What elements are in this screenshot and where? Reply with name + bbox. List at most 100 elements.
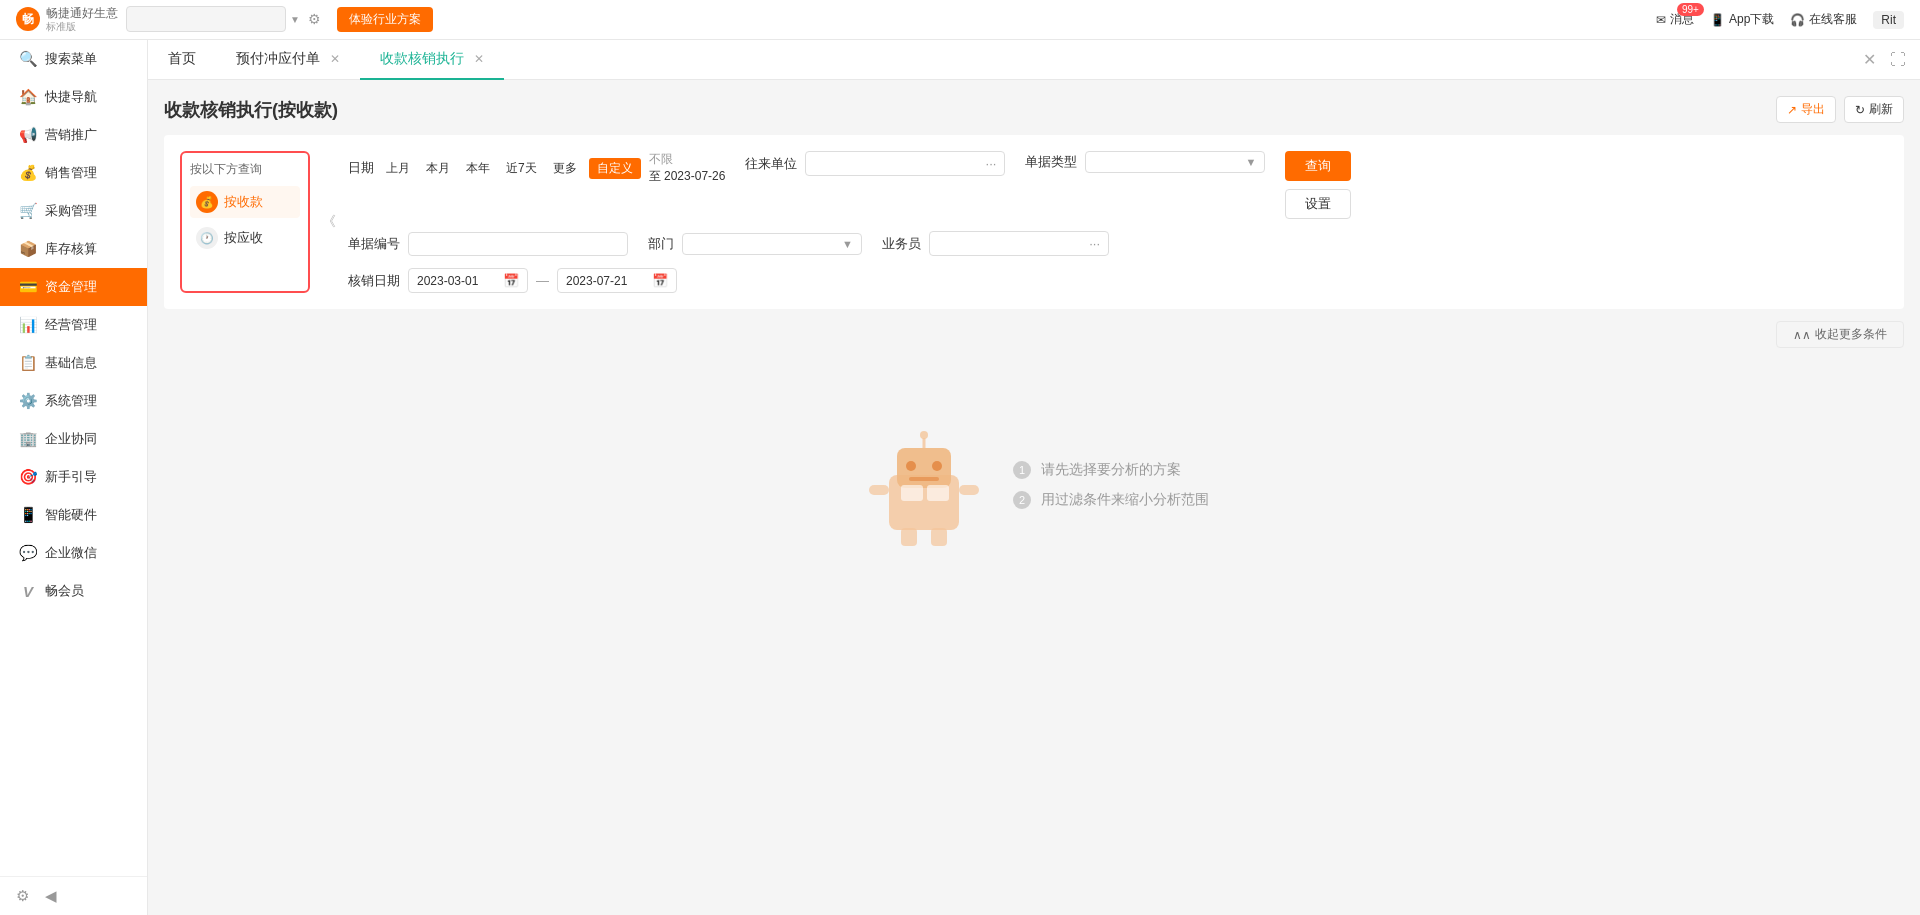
collapse-area: 《	[322, 151, 336, 293]
svg-rect-4	[909, 477, 939, 481]
sidebar-item-inventory[interactable]: 📦 库存核算	[0, 230, 147, 268]
staff-select[interactable]: ···	[929, 231, 1109, 256]
calendar-start-icon: 📅	[503, 273, 519, 288]
doc-type-select[interactable]: ▼	[1085, 151, 1265, 173]
doc-number-group: 单据编号	[348, 232, 628, 256]
message-btn[interactable]: ✉ 消息 99+	[1656, 11, 1694, 28]
date-filter-group: 日期 上月 本月 本年 近7天 更多 自定义 不限 至 2023-07-26	[348, 151, 725, 185]
top-search-input[interactable]	[126, 6, 286, 32]
search-icon: 🔍	[19, 50, 37, 68]
dept-select[interactable]: ▼	[682, 233, 862, 255]
date-btn-this-year[interactable]: 本年	[462, 158, 494, 179]
app-download-btn[interactable]: 📱 App下载	[1710, 11, 1774, 28]
sidebar-item-marketing[interactable]: 📢 营销推广	[0, 116, 147, 154]
doc-number-input[interactable]	[408, 232, 628, 256]
sidebar-item-guide[interactable]: 🎯 新手引导	[0, 458, 147, 496]
sidebar-item-smart-hw[interactable]: 📱 智能硬件	[0, 496, 147, 534]
date-custom-badge: 自定义	[589, 158, 641, 179]
filter-option-by-receivable[interactable]: 🕐 按应收	[190, 222, 300, 254]
main-layout: 🔍 搜索菜单 🏠 快捷导航 📢 营销推广 💰 销售管理 🛒 采购管理 📦 库存核…	[0, 40, 1920, 915]
tip-num-1: 1	[1013, 461, 1031, 479]
reconcile-end-value: 2023-07-21	[566, 274, 627, 288]
tab-right-btns: ✕ ⛶	[1857, 46, 1920, 73]
tab-expand-btn[interactable]: ⛶	[1884, 47, 1912, 73]
sidebar-item-funds[interactable]: 💳 资金管理	[0, 268, 147, 306]
sidebar-item-sales[interactable]: 💰 销售管理	[0, 154, 147, 192]
svg-rect-9	[901, 485, 923, 501]
top-bar: 畅 畅捷通好生意 标准版 ▼ ⚙ 体验行业方案 ✉ 消息 99+ 📱 App下载…	[0, 0, 1920, 40]
dept-label: 部门	[648, 235, 674, 253]
online-service-btn[interactable]: 🎧 在线客服	[1790, 11, 1857, 28]
top-bar-right: ✉ 消息 99+ 📱 App下载 🎧 在线客服 Rit	[1656, 11, 1904, 29]
empty-robot-illustration	[859, 420, 989, 550]
sidebar-item-quick-nav[interactable]: 🏠 快捷导航	[0, 78, 147, 116]
svg-rect-7	[901, 528, 917, 546]
tab-receipt-offset[interactable]: 收款核销执行 ✕	[360, 40, 504, 80]
reconcile-start-input[interactable]: 2023-03-01 📅	[408, 268, 528, 293]
date-btn-more[interactable]: 更多	[549, 158, 581, 179]
filter-option-by-receipt[interactable]: 💰 按收款	[190, 186, 300, 218]
industry-btn[interactable]: 体验行业方案	[337, 7, 433, 32]
tab-prepay-offset[interactable]: 预付冲应付单 ✕	[216, 40, 360, 80]
svg-point-12	[920, 431, 928, 439]
export-btn[interactable]: ↗ 导出	[1776, 96, 1836, 123]
empty-tip-2: 2 用过滤条件来缩小分析范围	[1013, 491, 1209, 509]
calendar-end-icon: 📅	[652, 273, 668, 288]
tab-close-all-btn[interactable]: ✕	[1857, 46, 1882, 73]
collapse-more-btn[interactable]: ∧∧ 收起更多条件	[1776, 321, 1904, 348]
collapse-more-area: ∧∧ 收起更多条件	[164, 321, 1904, 348]
collapse-sidebar-icon[interactable]: ◀	[45, 887, 57, 905]
filter-option-receivable-label: 按应收	[224, 229, 263, 247]
query-btn[interactable]: 查询	[1285, 151, 1351, 181]
purchase-icon: 🛒	[19, 202, 37, 220]
inventory-icon: 📦	[19, 240, 37, 258]
sidebar: 🔍 搜索菜单 🏠 快捷导航 📢 营销推广 💰 销售管理 🛒 采购管理 📦 库存核…	[0, 40, 148, 915]
date-to-label: 至 2023-07-26	[649, 168, 726, 185]
sidebar-item-search-menu[interactable]: 🔍 搜索菜单	[0, 40, 147, 78]
refresh-icon: ↻	[1855, 103, 1865, 117]
empty-state: 1 请先选择要分析的方案 2 用过滤条件来缩小分析范围	[164, 360, 1904, 610]
filter-option-receipt-label: 按收款	[224, 193, 263, 211]
refresh-btn[interactable]: ↻ 刷新	[1844, 96, 1904, 123]
collapse-filter-btn[interactable]: 《	[322, 213, 336, 231]
gear-icon[interactable]: ⚙	[308, 11, 321, 27]
marketing-icon: 📢	[19, 126, 37, 144]
counterpart-group: 往来单位 ···	[745, 151, 1005, 176]
date-btn-7days[interactable]: 近7天	[502, 158, 541, 179]
date-btn-this-month[interactable]: 本月	[422, 158, 454, 179]
user-info[interactable]: Rit	[1873, 11, 1904, 29]
cooperation-icon: 🏢	[19, 430, 37, 448]
page-content: 收款核销执行(按收款) ↗ 导出 ↻ 刷新 按以下方查询	[148, 80, 1920, 915]
page-title: 收款核销执行(按收款)	[164, 98, 338, 122]
svg-point-3	[932, 461, 942, 471]
doc-type-group: 单据类型 ▼	[1025, 151, 1265, 173]
svg-rect-1	[897, 448, 951, 488]
tab-home[interactable]: 首页	[148, 40, 216, 80]
vip-icon: V	[19, 583, 37, 600]
sidebar-item-purchase[interactable]: 🛒 采购管理	[0, 192, 147, 230]
sidebar-item-basic-info[interactable]: 📋 基础信息	[0, 344, 147, 382]
sidebar-item-operations[interactable]: 📊 经营管理	[0, 306, 147, 344]
by-receipt-icon: 💰	[196, 191, 218, 213]
dropdown-icon: ▼	[290, 14, 300, 25]
sidebar-item-cooperation[interactable]: 🏢 企业协同	[0, 420, 147, 458]
top-bar-left: 畅 畅捷通好生意 标准版 ▼ ⚙ 体验行业方案	[16, 6, 1656, 32]
sidebar-item-system[interactable]: ⚙️ 系统管理	[0, 382, 147, 420]
query-actions: 查询 设置	[1285, 151, 1351, 219]
date-btn-last-month[interactable]: 上月	[382, 158, 414, 179]
reconcile-end-input[interactable]: 2023-07-21 📅	[557, 268, 677, 293]
sidebar-item-enterprise-wx[interactable]: 💬 企业微信	[0, 534, 147, 572]
robot-svg	[859, 420, 989, 550]
funds-icon: 💳	[19, 278, 37, 296]
tab-close-prepay[interactable]: ✕	[330, 52, 340, 66]
date-label: 日期	[348, 159, 374, 177]
counterpart-input[interactable]: ···	[805, 151, 1005, 176]
reconcile-start-value: 2023-03-01	[417, 274, 478, 288]
nav-tabs: 首页 预付冲应付单 ✕ 收款核销执行 ✕ ✕ ⛶	[148, 40, 1920, 80]
tab-close-receipt[interactable]: ✕	[474, 52, 484, 66]
sidebar-item-vip[interactable]: V 畅会员	[0, 572, 147, 610]
sidebar-bottom: ⚙ ◀	[0, 876, 147, 915]
settings-bottom-icon[interactable]: ⚙	[16, 887, 29, 905]
settings-btn[interactable]: 设置	[1285, 189, 1351, 219]
date-no-limit: 不限	[649, 151, 726, 168]
